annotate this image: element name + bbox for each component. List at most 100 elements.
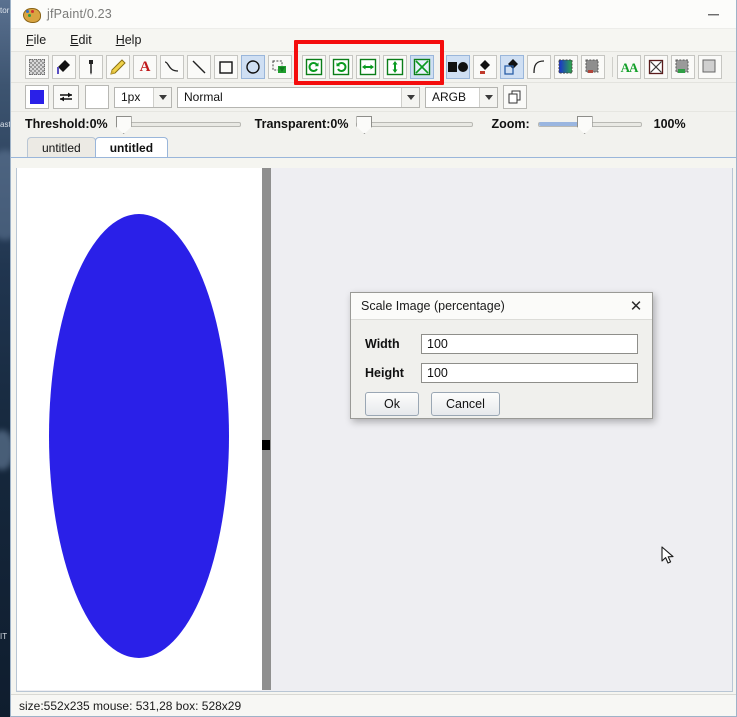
image-canvas[interactable] — [17, 168, 262, 690]
status-bar: size:552x235 mouse: 531,28 box: 528x29 — [11, 694, 736, 716]
filled-shapes-icon — [448, 62, 468, 72]
curve-icon — [164, 61, 179, 72]
cancel-button[interactable]: Cancel — [431, 392, 500, 416]
tab-untitled-1[interactable]: untitled — [27, 137, 96, 157]
width-label: Width — [365, 337, 400, 351]
menu-file-rest: ile — [33, 33, 47, 47]
marquee-select-icon — [29, 59, 45, 75]
select-rectangle-tool[interactable] — [25, 55, 49, 79]
stroke-width-select[interactable]: 1px — [114, 86, 172, 108]
text-tool[interactable]: A — [133, 55, 157, 79]
effects-button[interactable] — [671, 55, 695, 79]
flip-vertical-icon — [386, 58, 404, 76]
swap-arrows-icon — [60, 92, 72, 102]
color-picker-tool[interactable] — [79, 55, 103, 79]
height-row: Height — [365, 363, 638, 383]
menu-item-edit[interactable]: Edit — [67, 31, 95, 49]
swap-colors-button[interactable] — [53, 85, 79, 109]
flip-horizontal-icon — [359, 58, 377, 76]
canvas-resize-handle[interactable] — [262, 440, 270, 450]
shapes-fill-button[interactable] — [446, 55, 470, 79]
paste-green-icon — [272, 60, 286, 73]
double-a-icon: AA — [620, 59, 639, 75]
primary-color-swatch[interactable] — [25, 85, 49, 109]
paste-tool[interactable] — [268, 55, 292, 79]
zoom-label: Zoom: — [491, 117, 530, 131]
flip-horizontal-button[interactable] — [356, 55, 380, 79]
menu-item-file[interactable]: File — [23, 31, 49, 49]
height-field[interactable] — [421, 363, 638, 383]
scale-image-button[interactable] — [410, 55, 434, 79]
width-field[interactable] — [421, 334, 638, 354]
document-tabs: untitled untitled — [11, 136, 736, 158]
color-model-select[interactable]: ARGB — [425, 86, 498, 108]
clipped-icon — [702, 59, 716, 73]
dialog-title: Scale Image (percentage) — [361, 299, 505, 313]
pencil-icon — [110, 59, 126, 75]
scale-image-dialog: Scale Image (percentage) ✕ Width Height … — [350, 292, 653, 419]
arc-icon — [533, 60, 545, 74]
diamond-stamp-icon — [480, 60, 490, 74]
dialog-title-bar: Scale Image (percentage) ✕ — [351, 293, 652, 320]
arc-button[interactable] — [527, 55, 551, 79]
fill-tool[interactable] — [52, 55, 76, 79]
minimize-button[interactable] — [690, 0, 736, 28]
crossbox-dark-icon — [648, 59, 664, 75]
eyedropper-icon — [89, 60, 93, 75]
secondary-color-swatch[interactable] — [85, 85, 109, 109]
canvas-right-edge — [262, 168, 271, 690]
menu-help-mnemonic: H — [115, 33, 125, 47]
scale-crossbox-icon — [413, 58, 431, 76]
desktop-text-fragment: tor — [0, 6, 10, 15]
gradient-button[interactable] — [554, 55, 578, 79]
zoom-slider[interactable] — [537, 115, 642, 134]
menu-item-help[interactable]: Help — [113, 31, 145, 49]
close-icon[interactable]: ✕ — [626, 296, 646, 316]
rectangle-tool[interactable] — [214, 55, 238, 79]
canvas-work-area[interactable] — [16, 168, 733, 692]
gradient-icon — [558, 59, 573, 74]
application-window: jfPaint/0.23 File Edit Help A AA 1px Nor… — [10, 0, 737, 717]
options-toolbar: 1px Normal ARGB — [11, 82, 736, 111]
transparent-slider[interactable] — [356, 115, 474, 134]
copy-layers-button[interactable] — [503, 85, 527, 109]
tab-label: untitled — [42, 140, 81, 155]
mouse-pointer-icon — [661, 546, 675, 566]
diamond-square-icon — [504, 59, 518, 75]
line-tool[interactable] — [187, 55, 211, 79]
chevron-down-icon — [153, 87, 171, 107]
blend-mode-value: Normal — [184, 90, 223, 104]
rotate-left-button[interactable] — [302, 55, 326, 79]
rotate-right-button[interactable] — [329, 55, 353, 79]
flip-vertical-button[interactable] — [383, 55, 407, 79]
chevron-down-icon — [401, 87, 419, 107]
blur-gray-icon — [585, 59, 599, 73]
status-text: size:552x235 mouse: 531,28 box: 528x29 — [19, 698, 242, 713]
menu-bar: File Edit Help — [11, 29, 736, 51]
curve-tool[interactable] — [160, 55, 184, 79]
ellipse-tool[interactable] — [241, 55, 265, 79]
menu-edit-rest: dit — [78, 33, 92, 47]
blend-mode-select[interactable]: Normal — [177, 86, 420, 108]
width-row: Width — [365, 334, 638, 354]
paint-bucket-icon — [57, 60, 70, 74]
threshold-label: Threshold:0% — [25, 117, 108, 131]
blur-button[interactable] — [581, 55, 605, 79]
square-outline-icon — [219, 61, 233, 74]
menu-help-rest: elp — [124, 33, 142, 47]
shape-transform-button[interactable] — [500, 55, 524, 79]
more-button[interactable] — [698, 55, 722, 79]
font-button[interactable]: AA — [617, 55, 641, 79]
tab-untitled-2[interactable]: untitled — [94, 137, 169, 157]
main-toolbar: A AA — [11, 51, 736, 82]
crossbox-button[interactable] — [644, 55, 668, 79]
circle-outline-icon — [246, 60, 260, 74]
zoom-percent-value: 100% — [653, 117, 686, 131]
ok-button[interactable]: Ok — [365, 392, 419, 416]
effects-gray-icon — [675, 59, 689, 73]
shape-outline-button[interactable] — [473, 55, 497, 79]
dialog-buttons: Ok Cancel — [365, 392, 638, 430]
pencil-tool[interactable] — [106, 55, 130, 79]
threshold-slider[interactable] — [115, 115, 241, 134]
blue-ellipse-shape — [49, 214, 229, 658]
